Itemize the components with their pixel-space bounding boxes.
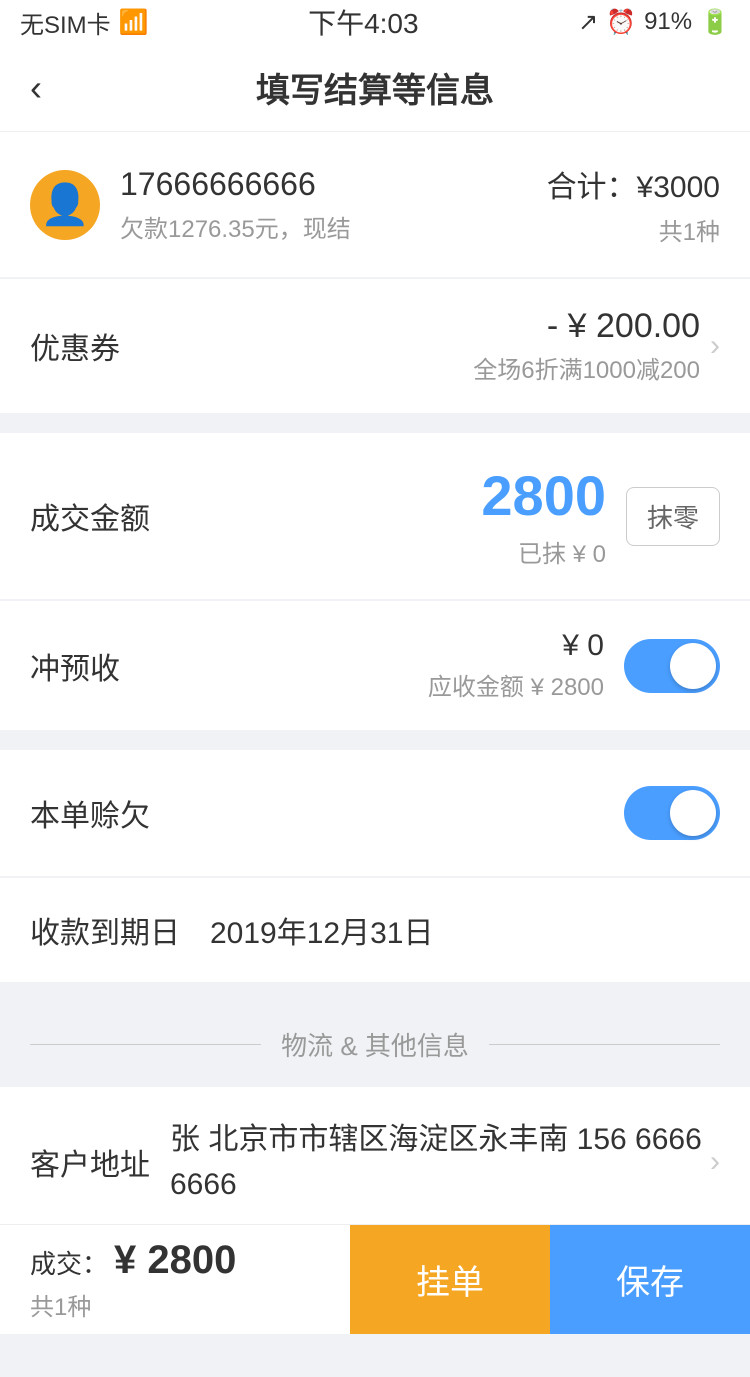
debit-label: 本单赊欠	[30, 791, 150, 835]
deal-card: 成交金额 2800 已抹 ¥ 0 抹零 冲预收 ¥ 0 应收金额 ¥ 2800	[0, 433, 750, 730]
bottom-info: 成交： ¥ 2800 共1种	[0, 1225, 350, 1334]
logistics-section-header: 物流 & 其他信息	[0, 1002, 750, 1087]
total-amount: 合计：¥3000	[547, 162, 720, 206]
bottom-deal-label: 成交：	[30, 1244, 108, 1281]
avatar: 👤	[30, 170, 100, 240]
avatar-icon: 👤	[40, 181, 90, 228]
nav-bar: ‹ 填写结算等信息	[0, 44, 750, 132]
back-button[interactable]: ‹	[30, 67, 42, 109]
precharge-row: 冲预收 ¥ 0 应收金额 ¥ 2800	[0, 601, 750, 730]
deal-amount-label: 成交金额	[30, 494, 150, 538]
coupon-desc: 全场6折满1000减200	[473, 350, 700, 385]
precharge-label: 冲预收	[30, 644, 120, 688]
debit-toggle-knob	[670, 790, 716, 836]
section-header-line-left	[30, 1044, 261, 1045]
chevron-right-icon: ›	[710, 329, 720, 363]
debit-toggle[interactable]	[624, 786, 720, 840]
address-label: 客户地址	[30, 1140, 150, 1184]
customer-row: 👤 17666666666 欠款1276.35元，现结 合计：¥3000 共1种	[0, 132, 750, 277]
status-left: 无SIM卡 📶	[20, 5, 149, 40]
status-time: 下午4:03	[308, 2, 419, 42]
deal-amount-value: 2800	[481, 463, 606, 528]
coupon-amount: - ¥ 200.00	[473, 307, 700, 346]
battery-icon: 🔋	[700, 8, 730, 37]
precharge-receivable: 应收金额 ¥ 2800	[428, 667, 604, 702]
coupon-right: - ¥ 200.00 全场6折满1000减200 ›	[473, 307, 720, 385]
location-icon: ↗	[578, 8, 598, 37]
round-zero-button[interactable]: 抹零	[626, 487, 720, 546]
debit-row: 本单赊欠	[0, 750, 750, 876]
deal-sub-text: 已抹 ¥ 0	[481, 534, 606, 569]
address-row[interactable]: 客户地址 张 北京市市辖区海淀区永丰南 156 6666 6666 ›	[0, 1087, 750, 1237]
status-right: ↗ ⏰ 91% 🔋	[578, 8, 730, 37]
bottom-deal-amount: ¥ 2800	[114, 1238, 236, 1283]
main-content: 👤 17666666666 欠款1276.35元，现结 合计：¥3000 共1种…	[0, 132, 750, 1377]
address-card: 客户地址 张 北京市市辖区海淀区永丰南 156 6666 6666 ›	[0, 1087, 750, 1237]
sim-status: 无SIM卡	[20, 5, 111, 40]
battery-percent: 91%	[644, 8, 692, 36]
deal-right: 2800 已抹 ¥ 0 抹零	[481, 463, 720, 569]
bottom-deal-row: 成交： ¥ 2800	[30, 1238, 320, 1283]
coupon-row[interactable]: 优惠券 - ¥ 200.00 全场6折满1000减200 ›	[0, 279, 750, 413]
bottom-count: 共1种	[30, 1287, 320, 1322]
duedate-row: 收款到期日 2019年12月31日	[0, 878, 750, 982]
duedate-value: 2019年12月31日	[210, 908, 433, 952]
customer-debt: 欠款1276.35元，现结	[120, 209, 351, 244]
address-value: 张 北京市市辖区海淀区永丰南 156 6666 6666	[170, 1117, 710, 1207]
customer-right: 合计：¥3000 共1种	[547, 162, 720, 247]
duedate-label: 收款到期日	[30, 908, 180, 952]
total-count: 共1种	[547, 212, 720, 247]
precharge-info: ¥ 0 应收金额 ¥ 2800	[428, 629, 604, 702]
customer-left: 👤 17666666666 欠款1276.35元，现结	[30, 166, 351, 244]
save-button-label: 保存	[616, 1255, 684, 1304]
precharge-right: ¥ 0 应收金额 ¥ 2800	[428, 629, 720, 702]
bottom-bar: 成交： ¥ 2800 共1种 挂单 保存	[0, 1224, 750, 1334]
coupon-label: 优惠券	[30, 324, 120, 368]
wifi-icon: 📶	[119, 8, 149, 37]
customer-card: 👤 17666666666 欠款1276.35元，现结 合计：¥3000 共1种…	[0, 132, 750, 413]
save-button[interactable]: 保存	[550, 1225, 750, 1334]
precharge-toggle[interactable]	[624, 639, 720, 693]
address-chevron-icon: ›	[710, 1145, 720, 1179]
debit-card: 本单赊欠 收款到期日 2019年12月31日	[0, 750, 750, 982]
hold-button-label: 挂单	[416, 1255, 484, 1304]
section-header-line-right	[489, 1044, 720, 1045]
precharge-amount: ¥ 0	[428, 629, 604, 663]
toggle-knob	[670, 643, 716, 689]
deal-amount-row: 成交金额 2800 已抹 ¥ 0 抹零	[0, 433, 750, 599]
page-title: 填写结算等信息	[256, 63, 494, 112]
status-bar: 无SIM卡 📶 下午4:03 ↗ ⏰ 91% 🔋	[0, 0, 750, 44]
alarm-icon: ⏰	[606, 8, 636, 37]
coupon-info: - ¥ 200.00 全场6折满1000减200	[473, 307, 700, 385]
customer-phone: 17666666666	[120, 166, 351, 203]
deal-amount-info: 2800 已抹 ¥ 0	[481, 463, 606, 569]
customer-info: 17666666666 欠款1276.35元，现结	[120, 166, 351, 244]
hold-button[interactable]: 挂单	[350, 1225, 550, 1334]
section-header-text: 物流 & 其他信息	[281, 1026, 469, 1063]
